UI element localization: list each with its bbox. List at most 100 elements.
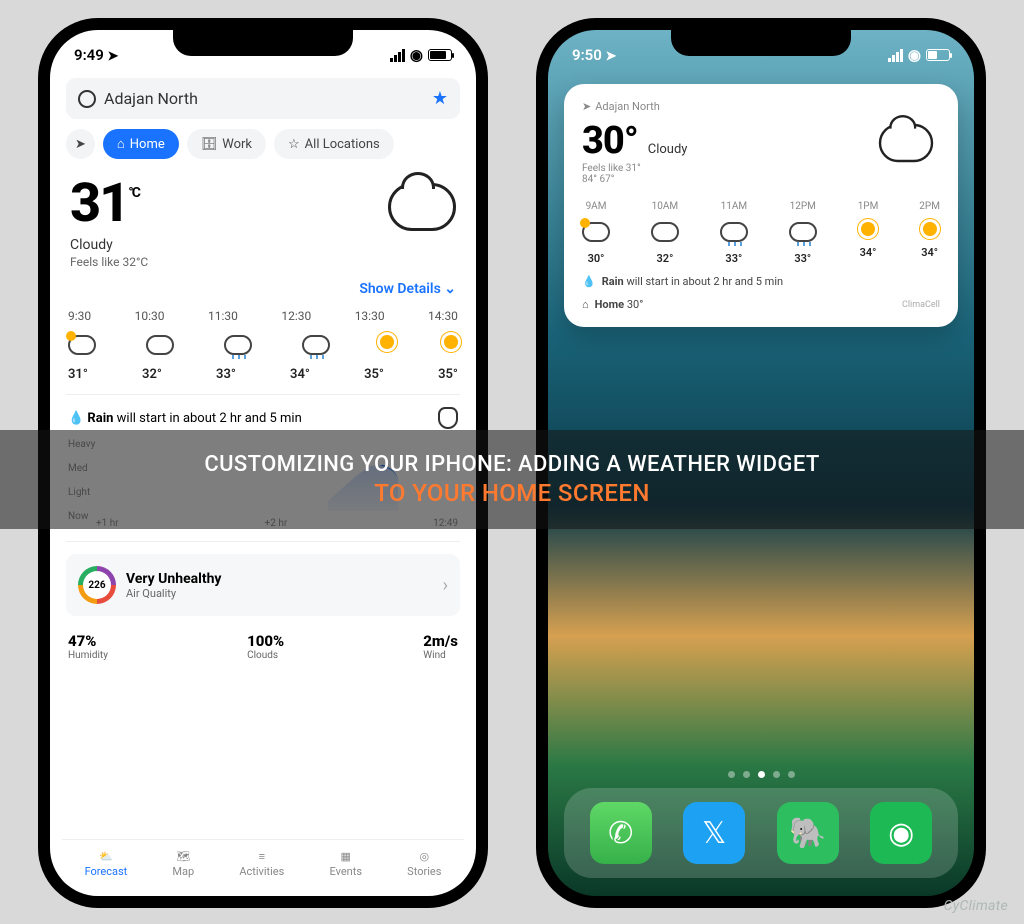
tab-map[interactable]: 🗺Map: [172, 850, 194, 878]
weather-icon-rain: [720, 222, 748, 242]
page-dot-active: [758, 771, 765, 778]
weather-icon-cloud: [651, 222, 679, 242]
banner-line1: CUSTOMIZING YOUR IPHONE: ADDING A WEATHE…: [30, 452, 994, 477]
status-time: 9:50: [572, 46, 602, 64]
widget-attribution: ClimaCell: [902, 300, 940, 310]
cellular-signal-icon: [390, 49, 405, 62]
stories-icon: ◎: [419, 850, 429, 863]
tab-events[interactable]: ▦Events: [329, 850, 362, 878]
home-icon: ⌂: [582, 298, 589, 311]
page-dot: [788, 771, 795, 778]
phone-icon: ✆: [608, 816, 633, 851]
current-location-chip[interactable]: ➤: [66, 129, 95, 159]
weather-icon-partly: [68, 335, 96, 355]
chevron-right-icon: ›: [443, 575, 448, 596]
widget-minmax: 84° 67°: [582, 174, 687, 185]
hourly-icons: [66, 327, 460, 363]
rain-forecast-text: 💧 Rain will start in about 2 hr and 5 mi…: [68, 411, 302, 426]
location-arrow-icon: ➤: [108, 49, 119, 64]
hour-label: 11:30: [208, 309, 238, 323]
condition-text: Cloudy: [70, 237, 148, 253]
forecast-icon: ⛅: [99, 850, 113, 863]
notch: [671, 30, 851, 56]
widget-feels-like: Feels like 31°: [582, 163, 687, 174]
widget-temp: 30°: [582, 119, 638, 163]
page-dot: [728, 771, 735, 778]
widget-location: ➤Adajan North: [582, 100, 940, 113]
cloud-icon: [879, 124, 933, 162]
page-dot: [773, 771, 780, 778]
temperature-large: 31°C: [70, 177, 148, 231]
aqi-value: 226: [83, 571, 111, 599]
widget-hourly: 9AM30° 10AM32° 11AM33° 12PM33° 1PM34° 2P…: [582, 201, 940, 265]
hour-label: 9:30: [68, 309, 91, 323]
activities-icon: ≡: [259, 850, 265, 863]
banner-line2: TO YOUR HOME SCREEN: [30, 479, 994, 507]
status-time: 9:49: [74, 46, 104, 64]
app-spotify[interactable]: ◉: [870, 802, 932, 864]
tab-forecast[interactable]: ⛅Forecast: [85, 850, 128, 878]
hourly-times: 9:30 10:30 11:30 12:30 13:30 14:30: [66, 307, 460, 327]
chevron-down-icon: ⌄: [444, 281, 456, 297]
clouds-stat: 100%Clouds: [247, 632, 284, 661]
cloud-icon: [388, 183, 456, 231]
drop-icon: 💧: [68, 411, 84, 426]
app-phone[interactable]: ✆: [590, 802, 652, 864]
widget-condition: Cloudy: [648, 142, 688, 157]
weather-icon-sunny: [923, 222, 937, 236]
aqi-subtitle: Air Quality: [126, 587, 221, 600]
hour-temp: 33°: [216, 367, 236, 382]
humidity-stat: 47%Humidity: [68, 632, 108, 661]
weather-icon-sunny: [861, 222, 875, 236]
title-banner: CUSTOMIZING YOUR IPHONE: ADDING A WEATHE…: [0, 430, 1024, 529]
work-chip[interactable]: 🗄 Work: [187, 129, 266, 159]
battery-icon: [926, 49, 950, 61]
hour-label: 12:30: [281, 309, 311, 323]
evernote-icon: 🐘: [789, 816, 826, 851]
location-name: Adajan North: [104, 89, 424, 108]
weather-icon-rain: [224, 335, 252, 355]
air-quality-card[interactable]: 226 Very Unhealthy Air Quality ›: [66, 554, 460, 616]
hour-temp: 34°: [290, 367, 310, 382]
weather-widget[interactable]: ➤Adajan North 30° Cloudy Feels like 31° …: [564, 84, 958, 327]
chip-label: All Locations: [305, 137, 380, 152]
battery-icon: [428, 49, 452, 61]
tab-activities[interactable]: ≡Activities: [239, 850, 284, 878]
weather-icon-rain: [789, 222, 817, 242]
dock: ✆ 𝕏 🐘 ◉: [564, 788, 958, 878]
location-bar[interactable]: Adajan North ★: [66, 78, 460, 119]
wifi-icon: ◉: [410, 46, 423, 64]
show-details-link[interactable]: Show Details ⌄: [70, 281, 456, 297]
tab-stories[interactable]: ◎Stories: [407, 850, 441, 878]
all-locations-chip[interactable]: ☆ All Locations: [274, 129, 394, 159]
page-indicator[interactable]: [548, 771, 974, 778]
bell-icon[interactable]: [438, 407, 458, 429]
notch: [173, 30, 353, 56]
weather-icon-sunny: [444, 335, 458, 349]
hour-temp: 35°: [364, 367, 384, 382]
location-arrow-icon: ➤: [606, 49, 617, 64]
weather-icon-rain: [302, 335, 330, 355]
hour-temp: 35°: [438, 367, 458, 382]
aqi-gauge-icon: 226: [78, 566, 116, 604]
app-evernote[interactable]: 🐘: [777, 802, 839, 864]
nav-arrow-icon: ➤: [582, 100, 591, 113]
weather-icon-sunny: [380, 335, 394, 349]
cellular-signal-icon: [888, 49, 903, 62]
feels-like-text: Feels like 32°C: [70, 255, 148, 269]
home-chip[interactable]: ⌂ Home: [103, 129, 179, 159]
favorite-star-icon[interactable]: ★: [432, 88, 448, 109]
drop-icon: 💧: [582, 275, 596, 288]
aqi-title: Very Unhealthy: [126, 571, 221, 587]
hour-label: 14:30: [428, 309, 458, 323]
hourly-temps: 31° 32° 33° 34° 35° 35°: [66, 363, 460, 395]
weather-stats: 47%Humidity 100%Clouds 2m/sWind: [66, 628, 460, 669]
hour-temp: 31°: [68, 367, 88, 382]
nav-arrow-icon: ➤: [75, 137, 86, 152]
watermark: CyClimate: [944, 898, 1008, 914]
app-twitter[interactable]: 𝕏: [683, 802, 745, 864]
wifi-icon: ◉: [908, 46, 921, 64]
spotify-icon: ◉: [888, 816, 914, 851]
gear-icon[interactable]: [78, 90, 96, 108]
location-chips: ➤ ⌂ Home 🗄 Work ☆ All Locations: [66, 129, 460, 159]
